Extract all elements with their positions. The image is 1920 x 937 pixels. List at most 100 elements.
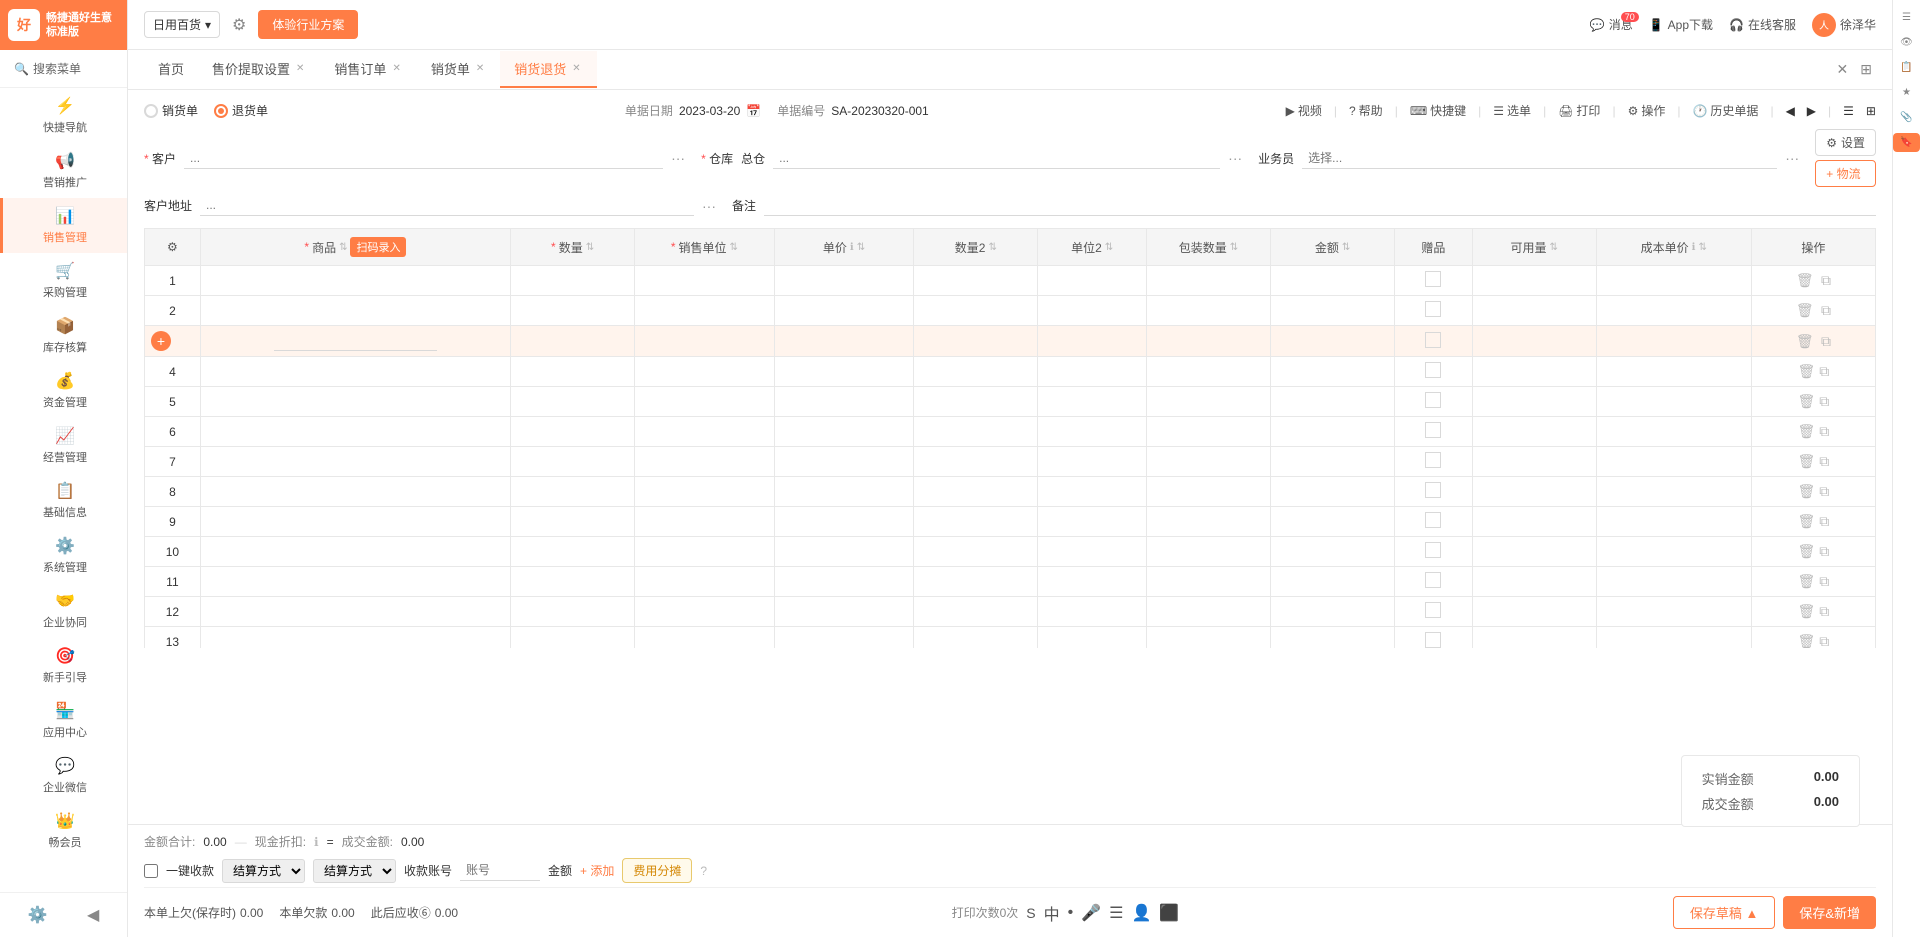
copy-row-4-icon[interactable]: ⧉	[1817, 361, 1831, 381]
warehouse-more-icon[interactable]: ···	[1228, 150, 1242, 166]
toolbar-operate[interactable]: ⚙ 操作	[1628, 102, 1666, 119]
gift-checkbox-5[interactable]	[1425, 392, 1441, 408]
address-more-icon[interactable]: ···	[702, 198, 716, 214]
tab-sales-return[interactable]: 销货退货 ✕	[500, 51, 596, 88]
settings-button[interactable]: ⚙ 设置	[1815, 129, 1876, 156]
sidebar-item-guide[interactable]: 🎯 新手引导	[0, 638, 127, 693]
cash-discount-info-icon[interactable]: ℹ	[314, 835, 319, 849]
tab-sales-order[interactable]: 销售订单 ✕	[320, 51, 416, 88]
copy-row-5-icon[interactable]: ⧉	[1817, 391, 1831, 411]
sort-unit2-icon[interactable]: ⇅	[1105, 242, 1113, 253]
delete-row-5-icon[interactable]: 🗑	[1796, 391, 1818, 411]
toolbar-video[interactable]: ▶ 视频	[1286, 102, 1322, 119]
logistics-button[interactable]: + 物流	[1815, 160, 1876, 187]
tab-close-sales-delivery[interactable]: ✕	[474, 61, 486, 76]
footer-icon-6[interactable]: ⬛	[1159, 903, 1179, 923]
app-download-button[interactable]: 📱 App下载	[1649, 16, 1713, 33]
header-gear-button[interactable]: ⚙	[228, 11, 250, 39]
sidebar-item-vip[interactable]: 👑 畅会员	[0, 803, 127, 858]
delete-row-9-icon[interactable]: 🗑	[1796, 511, 1818, 531]
add-row-button[interactable]: +	[151, 331, 171, 351]
delete-row-12-icon[interactable]: 🗑	[1796, 601, 1818, 621]
sidebar-item-shortcut[interactable]: ⚡ 快捷导航	[0, 88, 127, 143]
settlement-method-select[interactable]: 结算方式	[222, 859, 305, 883]
sort-unit-icon[interactable]: ⇅	[730, 242, 738, 253]
copy-row-3-icon[interactable]: ⧉	[1819, 331, 1833, 351]
staff-input[interactable]	[1302, 148, 1777, 169]
sidebar-item-operations[interactable]: 📈 经营管理	[0, 418, 127, 473]
sidebar-item-inventory[interactable]: 📦 库存核算	[0, 308, 127, 363]
cost-info-icon[interactable]: ℹ	[1692, 242, 1696, 253]
right-panel-btn-1[interactable]: ☰	[1898, 8, 1915, 27]
gift-checkbox-10[interactable]	[1425, 542, 1441, 558]
copy-row-8-icon[interactable]: ⧉	[1817, 481, 1831, 501]
delete-row-7-icon[interactable]: 🗑	[1796, 451, 1818, 471]
copy-row-1-icon[interactable]: ⧉	[1819, 270, 1833, 290]
sort-qty-icon[interactable]: ⇅	[586, 242, 594, 253]
save-new-button[interactable]: 保存&新增	[1783, 896, 1876, 929]
copy-row-11-icon[interactable]: ⧉	[1817, 571, 1831, 591]
delete-row-11-icon[interactable]: 🗑	[1796, 571, 1818, 591]
sort-qty2-icon[interactable]: ⇅	[988, 242, 996, 253]
delete-row-4-icon[interactable]: 🗑	[1796, 361, 1818, 381]
product-input-3[interactable]	[274, 332, 437, 351]
gift-checkbox-3[interactable]	[1425, 332, 1441, 348]
save-draft-button[interactable]: 保存草稿 ▲	[1673, 896, 1776, 929]
delete-row-3-icon[interactable]: 🗑	[1794, 331, 1816, 351]
copy-row-9-icon[interactable]: ⧉	[1817, 511, 1831, 531]
th-gear[interactable]: ⚙	[145, 229, 201, 266]
note-input[interactable]	[764, 195, 1876, 216]
gift-checkbox-4[interactable]	[1425, 362, 1441, 378]
staff-more-icon[interactable]: ···	[1785, 150, 1799, 166]
radio-sales-order[interactable]: 销货单	[144, 102, 198, 119]
sort-pkg-icon[interactable]: ⇅	[1230, 242, 1238, 253]
tab-price-setting[interactable]: 售价提取设置 ✕	[198, 51, 320, 88]
sidebar-item-appstore[interactable]: 🏪 应用中心	[0, 693, 127, 748]
tab-close-all-button[interactable]: ✕	[1833, 57, 1853, 82]
right-panel-btn-3[interactable]: 📋	[1896, 58, 1916, 77]
sidebar-item-enterprise[interactable]: 🤝 企业协同	[0, 583, 127, 638]
fee-split-button[interactable]: 费用分摊	[622, 858, 692, 883]
sidebar-item-system[interactable]: ⚙️ 系统管理	[0, 528, 127, 583]
copy-row-13-icon[interactable]: ⧉	[1817, 631, 1831, 648]
customer-input[interactable]	[184, 148, 663, 169]
sort-cost-icon[interactable]: ⇅	[1698, 242, 1706, 253]
gift-checkbox-13[interactable]	[1425, 632, 1441, 648]
add-payment-button[interactable]: + 添加	[580, 862, 614, 879]
search-menu-button[interactable]: 🔍 搜索菜单	[8, 56, 119, 81]
calendar-icon[interactable]: 📅	[746, 104, 761, 118]
footer-icon-4[interactable]: ☰	[1109, 903, 1123, 923]
view-list-icon[interactable]: ☰	[1843, 104, 1854, 118]
delete-row-8-icon[interactable]: 🗑	[1796, 481, 1818, 501]
sidebar-item-wechat[interactable]: 💬 企业微信	[0, 748, 127, 803]
warehouse-input[interactable]	[773, 148, 1220, 169]
delete-row-10-icon[interactable]: 🗑	[1796, 541, 1818, 561]
sidebar-item-purchase[interactable]: 🛒 采购管理	[0, 253, 127, 308]
radio-return-order[interactable]: 退货单	[214, 102, 268, 119]
gift-checkbox-12[interactable]	[1425, 602, 1441, 618]
sort-avail-icon[interactable]: ⇅	[1549, 242, 1557, 253]
gift-checkbox-6[interactable]	[1425, 422, 1441, 438]
footer-icon-5[interactable]: 👤	[1132, 903, 1152, 923]
gift-checkbox-1[interactable]	[1425, 271, 1441, 287]
sidebar-item-sales[interactable]: 📊 销售管理	[0, 198, 127, 253]
customer-more-icon[interactable]: ···	[671, 150, 685, 166]
right-panel-btn-6[interactable]: 🔖	[1893, 133, 1920, 152]
delete-row-6-icon[interactable]: 🗑	[1796, 421, 1818, 441]
sidebar-item-base[interactable]: 📋 基础信息	[0, 473, 127, 528]
copy-row-10-icon[interactable]: ⧉	[1817, 541, 1831, 561]
sidebar-item-finance[interactable]: 💰 资金管理	[0, 363, 127, 418]
right-panel-btn-4[interactable]: ★	[1898, 83, 1915, 102]
copy-row-12-icon[interactable]: ⧉	[1817, 601, 1831, 621]
tab-home[interactable]: 首页	[144, 51, 198, 88]
gift-checkbox-7[interactable]	[1425, 452, 1441, 468]
right-panel-btn-5[interactable]: 📎	[1896, 108, 1916, 127]
scan-button[interactable]: 扫码录入	[350, 237, 406, 257]
daily-goods-select[interactable]: 日用百货 ▾	[144, 11, 220, 38]
calculation-method-select[interactable]: 结算方式	[313, 859, 396, 883]
gift-checkbox-9[interactable]	[1425, 512, 1441, 528]
tab-sales-delivery[interactable]: 销货单 ✕	[417, 51, 500, 88]
sidebar-settings-button[interactable]: ⚙️	[24, 901, 52, 929]
gift-checkbox-11[interactable]	[1425, 572, 1441, 588]
copy-row-7-icon[interactable]: ⧉	[1817, 451, 1831, 471]
